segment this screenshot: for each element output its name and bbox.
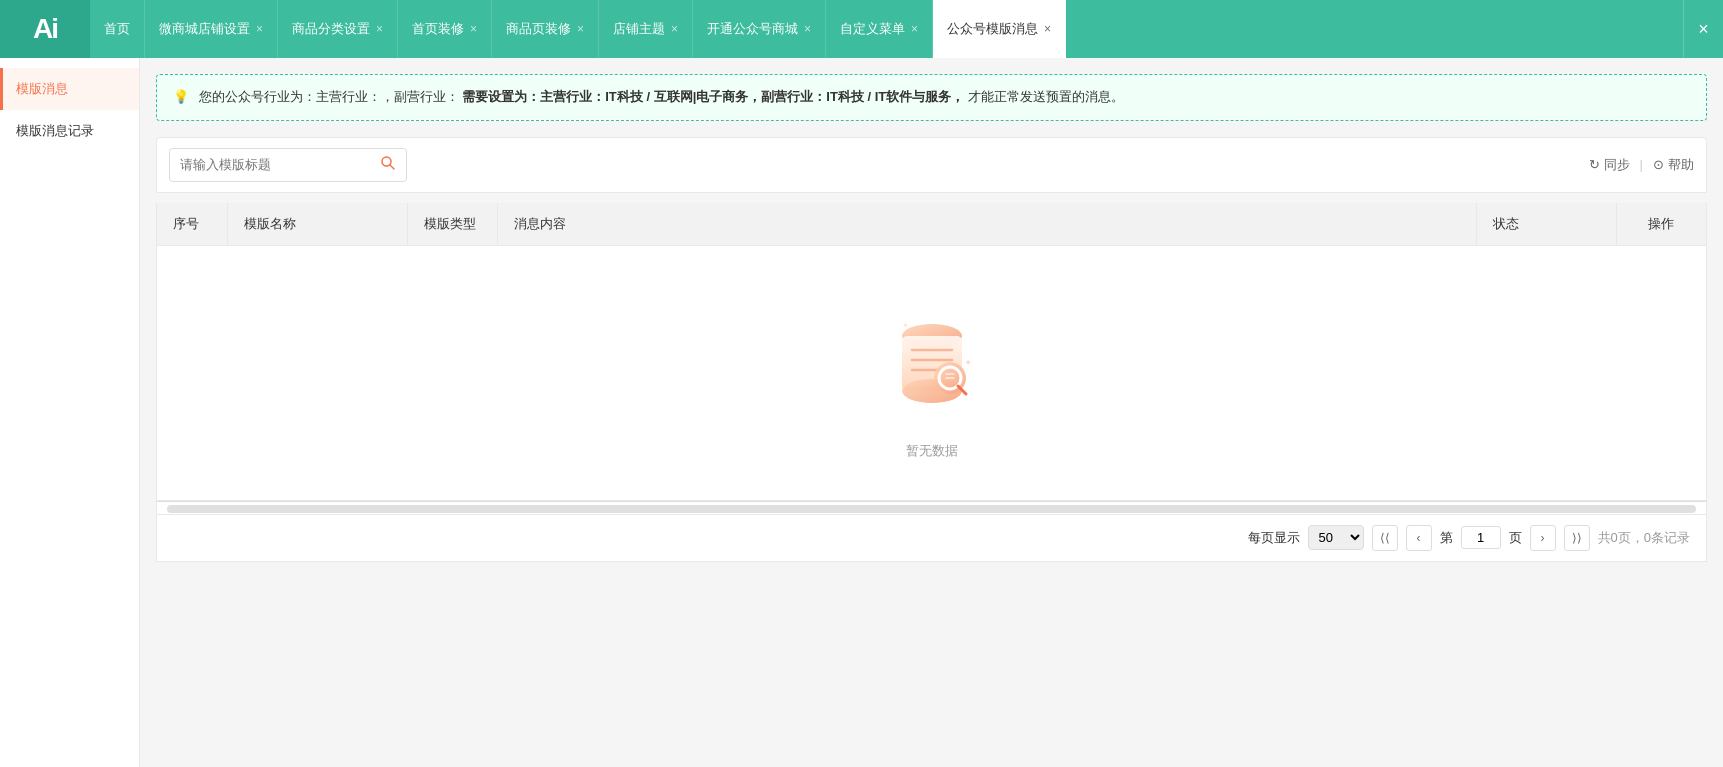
close-tab-shop-theme[interactable]: ×	[671, 22, 678, 36]
notice-box: 💡 您的公众号行业为：主营行业：，副营行业： 需要设置为：主营行业：IT科技 /…	[156, 74, 1707, 121]
svg-text:✦: ✦	[964, 357, 972, 368]
col-header-status: 状态	[1476, 203, 1616, 246]
pagination-bar: 每页显示 102050100 ⟨⟨ ‹ 第 页 › ⟩⟩ 共0页，0条记录	[156, 515, 1707, 562]
main-layout: 模版消息模版消息记录 💡 您的公众号行业为：主营行业：，副营行业： 需要设置为：…	[0, 58, 1723, 767]
sidebar-item-template-msg-record[interactable]: 模版消息记录	[0, 110, 139, 152]
nav-tabs: 首页微商城店铺设置×商品分类设置×首页装修×商品页装修×店铺主题×开通公众号商城…	[90, 0, 1683, 58]
toolbar: ↻ 同步 | ⊙ 帮助	[156, 137, 1707, 193]
close-tab-template-msg[interactable]: ×	[1044, 22, 1051, 36]
close-tab-product-page-decor[interactable]: ×	[577, 22, 584, 36]
content-area: 💡 您的公众号行业为：主营行业：，副营行业： 需要设置为：主营行业：IT科技 /…	[140, 58, 1723, 767]
nav-tab-custom-menu[interactable]: 自定义菜单×	[826, 0, 933, 58]
notice-prefix: 您的公众号行业为：主营行业：，副营行业：	[199, 89, 459, 104]
nav-tab-open-mall[interactable]: 开通公众号商城×	[693, 0, 826, 58]
brand-logo: Ai	[0, 0, 90, 58]
svg-text:✦: ✦	[902, 321, 909, 330]
bulb-icon: 💡	[173, 89, 189, 104]
col-header-type: 模版类型	[407, 203, 497, 246]
empty-state: ✦ ✦ 暂无数据	[157, 246, 1706, 500]
data-table: 序号模版名称模版类型消息内容状态操作	[157, 203, 1706, 500]
toolbar-actions: ↻ 同步 | ⊙ 帮助	[1589, 156, 1694, 174]
top-nav: Ai 首页微商城店铺设置×商品分类设置×首页装修×商品页装修×店铺主题×开通公众…	[0, 0, 1723, 58]
nav-tab-shop-settings[interactable]: 微商城店铺设置×	[145, 0, 278, 58]
last-page-button[interactable]: ⟩⟩	[1564, 525, 1590, 551]
next-page-button[interactable]: ›	[1530, 525, 1556, 551]
sync-icon: ↻	[1589, 157, 1600, 172]
col-header-name: 模版名称	[227, 203, 407, 246]
nav-tab-home[interactable]: 首页	[90, 0, 145, 58]
col-header-action: 操作	[1616, 203, 1706, 246]
notice-highlight: 需要设置为：主营行业：IT科技 / 互联网|电子商务，副营行业：IT科技 / I…	[462, 89, 964, 104]
nav-tab-template-msg[interactable]: 公众号模版消息×	[933, 0, 1066, 58]
scrollbar-track	[167, 505, 1696, 513]
col-header-seq: 序号	[157, 203, 227, 246]
empty-illustration: ✦ ✦	[872, 306, 992, 426]
search-input[interactable]	[170, 151, 370, 178]
sidebar-item-template-msg[interactable]: 模版消息	[0, 68, 139, 110]
nav-tab-category-settings[interactable]: 商品分类设置×	[278, 0, 398, 58]
col-header-content: 消息内容	[497, 203, 1476, 246]
page-size-select[interactable]: 102050100	[1308, 525, 1364, 550]
page-label-pre: 第	[1440, 529, 1453, 547]
empty-text: 暂无数据	[906, 442, 958, 460]
total-info: 共0页，0条记录	[1598, 529, 1690, 547]
search-button[interactable]	[370, 149, 406, 181]
close-all-tabs-button[interactable]: ×	[1683, 0, 1723, 58]
sync-button[interactable]: ↻ 同步	[1589, 156, 1630, 174]
page-size-label: 每页显示	[1248, 529, 1300, 547]
close-tab-shop-settings[interactable]: ×	[256, 22, 263, 36]
nav-tab-product-page-decor[interactable]: 商品页装修×	[492, 0, 599, 58]
page-input[interactable]	[1461, 526, 1501, 549]
first-page-button[interactable]: ⟨⟨	[1372, 525, 1398, 551]
prev-page-button[interactable]: ‹	[1406, 525, 1432, 551]
search-group	[169, 148, 407, 182]
close-tab-custom-menu[interactable]: ×	[911, 22, 918, 36]
svg-line-1	[390, 165, 394, 169]
close-tab-open-mall[interactable]: ×	[804, 22, 811, 36]
toolbar-divider: |	[1640, 157, 1643, 172]
help-button[interactable]: ⊙ 帮助	[1653, 156, 1694, 174]
close-tab-homepage-decor[interactable]: ×	[470, 22, 477, 36]
page-label-post: 页	[1509, 529, 1522, 547]
close-tab-category-settings[interactable]: ×	[376, 22, 383, 36]
help-icon: ⊙	[1653, 157, 1664, 172]
table-wrapper: 序号模版名称模版类型消息内容状态操作	[156, 203, 1707, 501]
nav-tab-homepage-decor[interactable]: 首页装修×	[398, 0, 492, 58]
sidebar: 模版消息模版消息记录	[0, 58, 140, 767]
empty-row: ✦ ✦ 暂无数据	[157, 245, 1706, 500]
horizontal-scrollbar[interactable]	[156, 501, 1707, 515]
nav-tab-shop-theme[interactable]: 店铺主题×	[599, 0, 693, 58]
notice-suffix: 才能正常发送预置的消息。	[968, 89, 1124, 104]
